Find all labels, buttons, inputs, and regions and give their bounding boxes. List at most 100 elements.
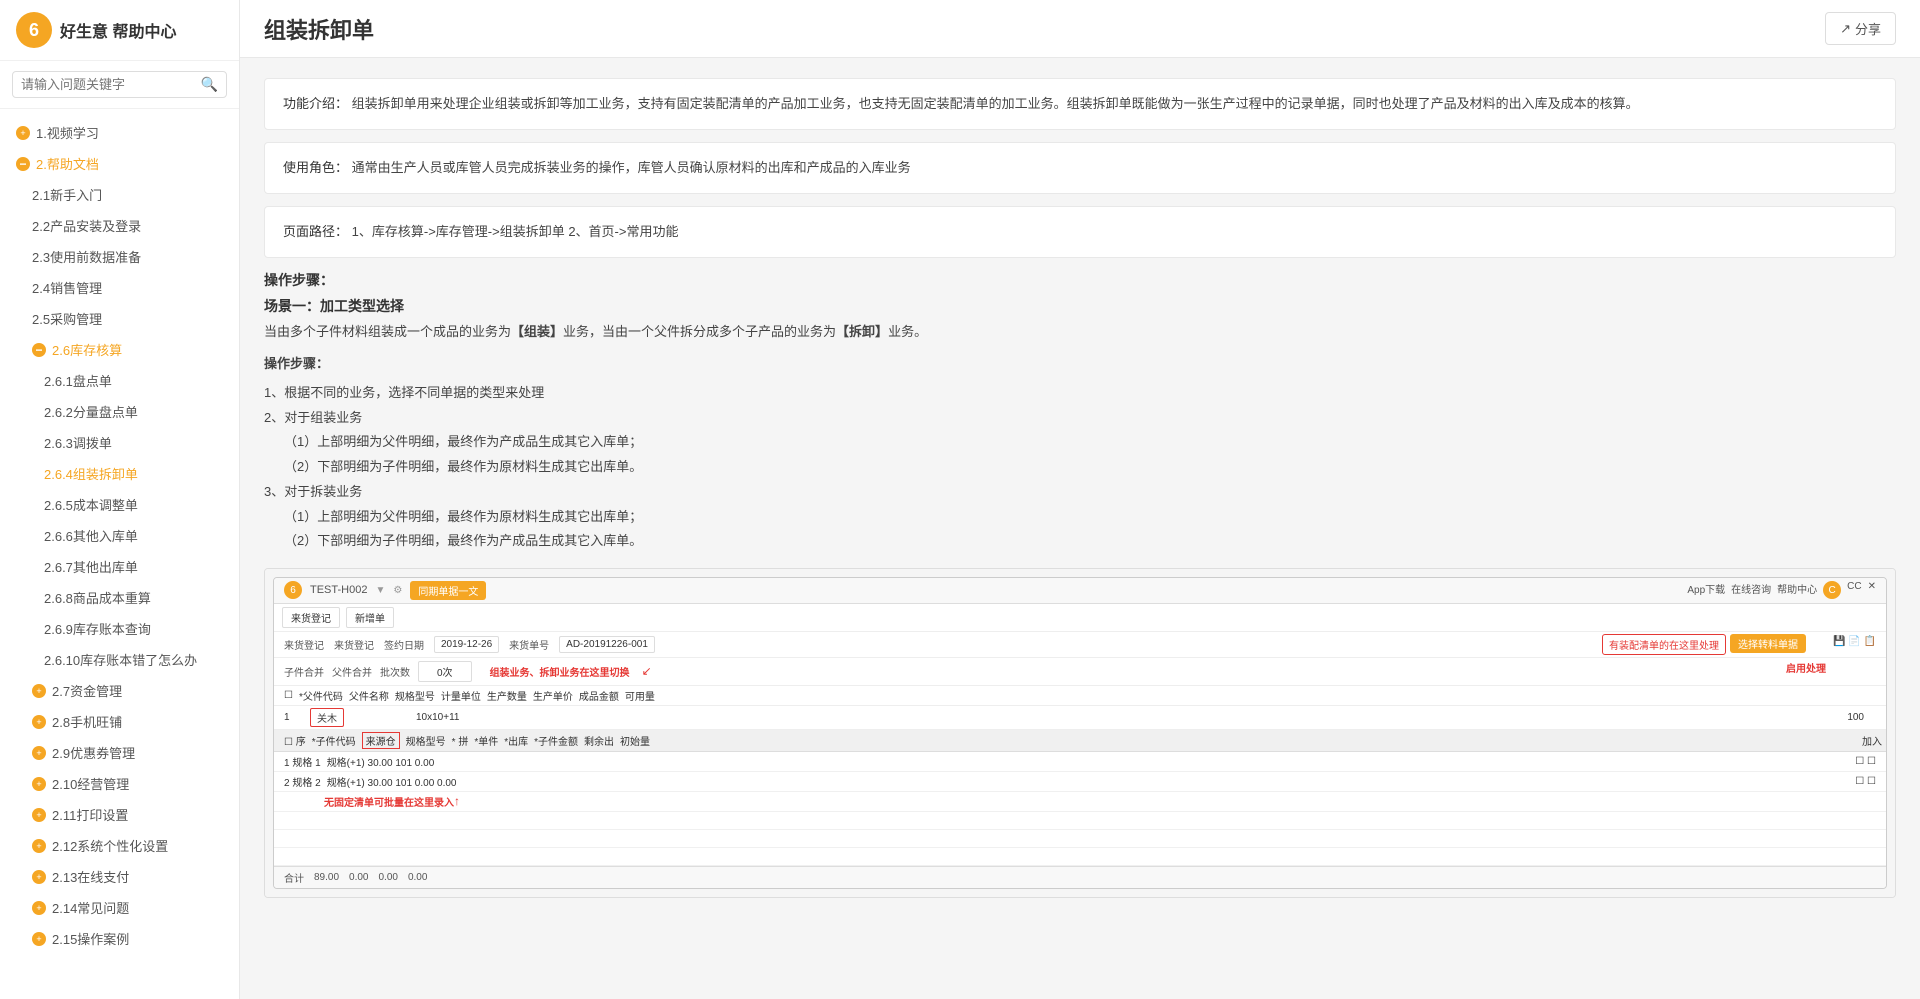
sidebar-item-2-6-10[interactable]: 2.6.10库存账本错了怎么办 xyxy=(0,644,239,675)
sidebar-item-label: 2.6库存核算 xyxy=(52,340,122,359)
expand-icon: + xyxy=(32,715,46,729)
sidebar-item-2-9[interactable]: + 2.9优惠券管理 xyxy=(0,737,239,768)
annotation-text-1: 有装配清单的在这里处理 xyxy=(1602,634,1726,655)
sidebar-item-2-12[interactable]: + 2.12系统个性化设置 xyxy=(0,830,239,861)
footer-val1: 89.00 xyxy=(314,872,339,883)
sidebar-item-2-7[interactable]: + 2.7资金管理 xyxy=(0,675,239,706)
step-3-sub2: （2）下部明细为子件明细，最终作为产成品生成其它入库单。 xyxy=(284,529,1896,554)
sidebar-item-2-1[interactable]: 2.1新手入门 xyxy=(0,179,239,210)
app-test-id: TEST-H002 xyxy=(310,584,367,596)
sidebar-item-2-6-6[interactable]: 2.6.6其他入库单 xyxy=(0,520,239,551)
sidebar-item-2-11[interactable]: + 2.11打印设置 xyxy=(0,799,239,830)
sidebar-item-2-6[interactable]: − 2.6库存核算 xyxy=(0,334,239,365)
sub-col6: *出库 xyxy=(504,733,528,748)
expand-icon: + xyxy=(32,777,46,791)
sidebar-item-2-6-2[interactable]: 2.6.2分量盘点单 xyxy=(0,396,239,427)
form-col4: 计量单位 xyxy=(441,688,481,703)
collapse-icon: − xyxy=(16,157,30,171)
sub-col10: 加入 xyxy=(1862,733,1882,748)
sidebar-item-2-6-7[interactable]: 2.6.7其他出库单 xyxy=(0,551,239,582)
nav-tree: + 1.视频学习 − 2.帮助文档 2.1新手入门 2.2产品安装及登录 2.3… xyxy=(0,109,239,999)
share-button[interactable]: ↗ 分享 xyxy=(1825,12,1896,45)
sidebar-item-label: 2.6.6其他入库单 xyxy=(44,526,138,545)
sidebar-item-label: 2.6.2分量盘点单 xyxy=(44,402,138,421)
collapse-icon-2-6: − xyxy=(32,343,46,357)
form-col6: 生产单价 xyxy=(533,688,573,703)
sidebar-item-2-3[interactable]: 2.3使用前数据准备 xyxy=(0,241,239,272)
search-icon[interactable]: 🔍 xyxy=(201,76,218,93)
steps-title: 操作步骤： xyxy=(264,270,1896,290)
expand-icon: + xyxy=(32,901,46,915)
share-icon: ↗ xyxy=(1840,21,1851,37)
top-orange-btn[interactable]: 同期单据一文 xyxy=(410,581,486,600)
path-text: 1、库存核算->库存管理->组装拆卸单 2、首页->常用功能 xyxy=(352,224,679,239)
sidebar-item-2-6-1[interactable]: 2.6.1盘点单 xyxy=(0,365,239,396)
sidebar-item-label: 2.2产品安装及登录 xyxy=(32,216,141,235)
path-block: 页面路径： 1、库存核算->库存管理->组装拆卸单 2、首页->常用功能 xyxy=(264,206,1896,258)
sidebar-item-2-6-5[interactable]: 2.6.5成本调整单 xyxy=(0,489,239,520)
sidebar-item-help-docs[interactable]: − 2.帮助文档 xyxy=(0,148,239,179)
sidebar-item-2-6-9[interactable]: 2.6.9库存账本查询 xyxy=(0,613,239,644)
sidebar-item-label: 2.9优惠券管理 xyxy=(52,743,135,762)
row1-num: 1 xyxy=(284,712,304,723)
num-input[interactable]: 0次 xyxy=(418,661,472,682)
expand-icon: + xyxy=(32,808,46,822)
sidebar-item-2-6-4[interactable]: 2.6.4组装拆卸单 xyxy=(0,458,239,489)
tab-laihuodengji[interactable]: 来货登记 xyxy=(282,607,340,628)
app-logo-icon: 6 xyxy=(284,581,302,599)
footer-val4: 0.00 xyxy=(408,872,427,883)
steps-intro: 操作步骤： xyxy=(264,352,1896,375)
subrow5 xyxy=(274,830,1886,848)
sidebar-item-label: 2.10经营管理 xyxy=(52,774,129,793)
tab-xinzengdan[interactable]: 新增单 xyxy=(346,607,394,628)
share-label: 分享 xyxy=(1855,19,1881,38)
sidebar-item-label: 2.6.5成本调整单 xyxy=(44,495,138,514)
sidebar-item-video[interactable]: + 1.视频学习 xyxy=(0,117,239,148)
search-box[interactable]: 🔍 xyxy=(12,71,227,98)
sidebar-item-label: 2.15操作案例 xyxy=(52,929,129,948)
subrow1: 1 规格 1 xyxy=(284,754,321,769)
arrow-left-icon: ↙ xyxy=(642,664,652,678)
sub-col2: *子件代码 xyxy=(312,733,356,748)
sidebar-item-2-15[interactable]: + 2.15操作案例 xyxy=(0,923,239,954)
close-icon[interactable]: ✕ xyxy=(1868,581,1876,599)
sidebar-item-2-13[interactable]: + 2.13在线支付 xyxy=(0,861,239,892)
intro-label: 功能介绍： xyxy=(283,96,348,111)
scene1-desc: 当由多个子件材料组装成一个成品的业务为【组装】业务，当由一个父件拆分成多个子产品… xyxy=(264,320,1896,343)
expand-icon: + xyxy=(16,126,30,140)
sidebar-item-2-14[interactable]: + 2.14常见问题 xyxy=(0,892,239,923)
annotation-btn-select[interactable]: 选择转料单据 xyxy=(1730,634,1806,653)
subrow1-data: 规格(+1) 30.00 101 0.00 xyxy=(327,754,1850,769)
expand-icon: + xyxy=(32,839,46,853)
sidebar-item-2-4[interactable]: 2.4销售管理 xyxy=(0,272,239,303)
step-1: 1、根据不同的业务，选择不同单据的类型来处理 xyxy=(264,381,1896,406)
sidebar-item-2-5[interactable]: 2.5采购管理 xyxy=(0,303,239,334)
step-2-sub2: （2）下部明细为子件明细，最终作为原材料生成其它出库单。 xyxy=(284,455,1896,480)
subrow2-icons: ☐ ☐ xyxy=(1855,776,1876,787)
settings-icon: ⚙ xyxy=(393,585,402,596)
logo-icon: 6 xyxy=(16,12,52,48)
top-bar: 组装拆卸单 ↗ 分享 xyxy=(240,0,1920,58)
form-col3: 规格型号 xyxy=(395,688,435,703)
sidebar-item-2-8[interactable]: + 2.8手机旺铺 xyxy=(0,706,239,737)
form-docno-value: AD-20191226-001 xyxy=(559,636,655,653)
action-btns: 💾 📄 📋 xyxy=(1833,636,1876,647)
sidebar-item-2-10[interactable]: + 2.10经营管理 xyxy=(0,768,239,799)
sub-col5: *单件 xyxy=(474,733,498,748)
sidebar-item-label: 2.6.3调拨单 xyxy=(44,433,112,452)
form-col8: 可用量 xyxy=(625,688,655,703)
brand-name: 好生意 帮助中心 xyxy=(60,18,176,42)
step-list: 1、根据不同的业务，选择不同单据的类型来处理 2、对于组装业务 （1）上部明细为… xyxy=(264,381,1896,554)
search-input[interactable] xyxy=(21,77,201,92)
sidebar-item-label: 2.11打印设置 xyxy=(52,805,128,824)
annotation-enable: 启用处理 xyxy=(1786,660,1826,675)
sidebar-item-2-2[interactable]: 2.2产品安装及登录 xyxy=(0,210,239,241)
type-toggle-label: 父件合并 xyxy=(332,664,372,679)
sidebar-item-2-6-3[interactable]: 2.6.3调拨单 xyxy=(0,427,239,458)
top-right-icons: App下载在线咨询帮助中心 C CC ✕ xyxy=(1687,581,1876,599)
form-date-value[interactable]: 2019-12-26 xyxy=(434,636,499,653)
sidebar-item-2-6-8[interactable]: 2.6.8商品成本重算 xyxy=(0,582,239,613)
sidebar-item-label: 2.14常见问题 xyxy=(52,898,129,917)
footer-label: 合计 xyxy=(284,870,304,885)
expand-icon: + xyxy=(32,870,46,884)
